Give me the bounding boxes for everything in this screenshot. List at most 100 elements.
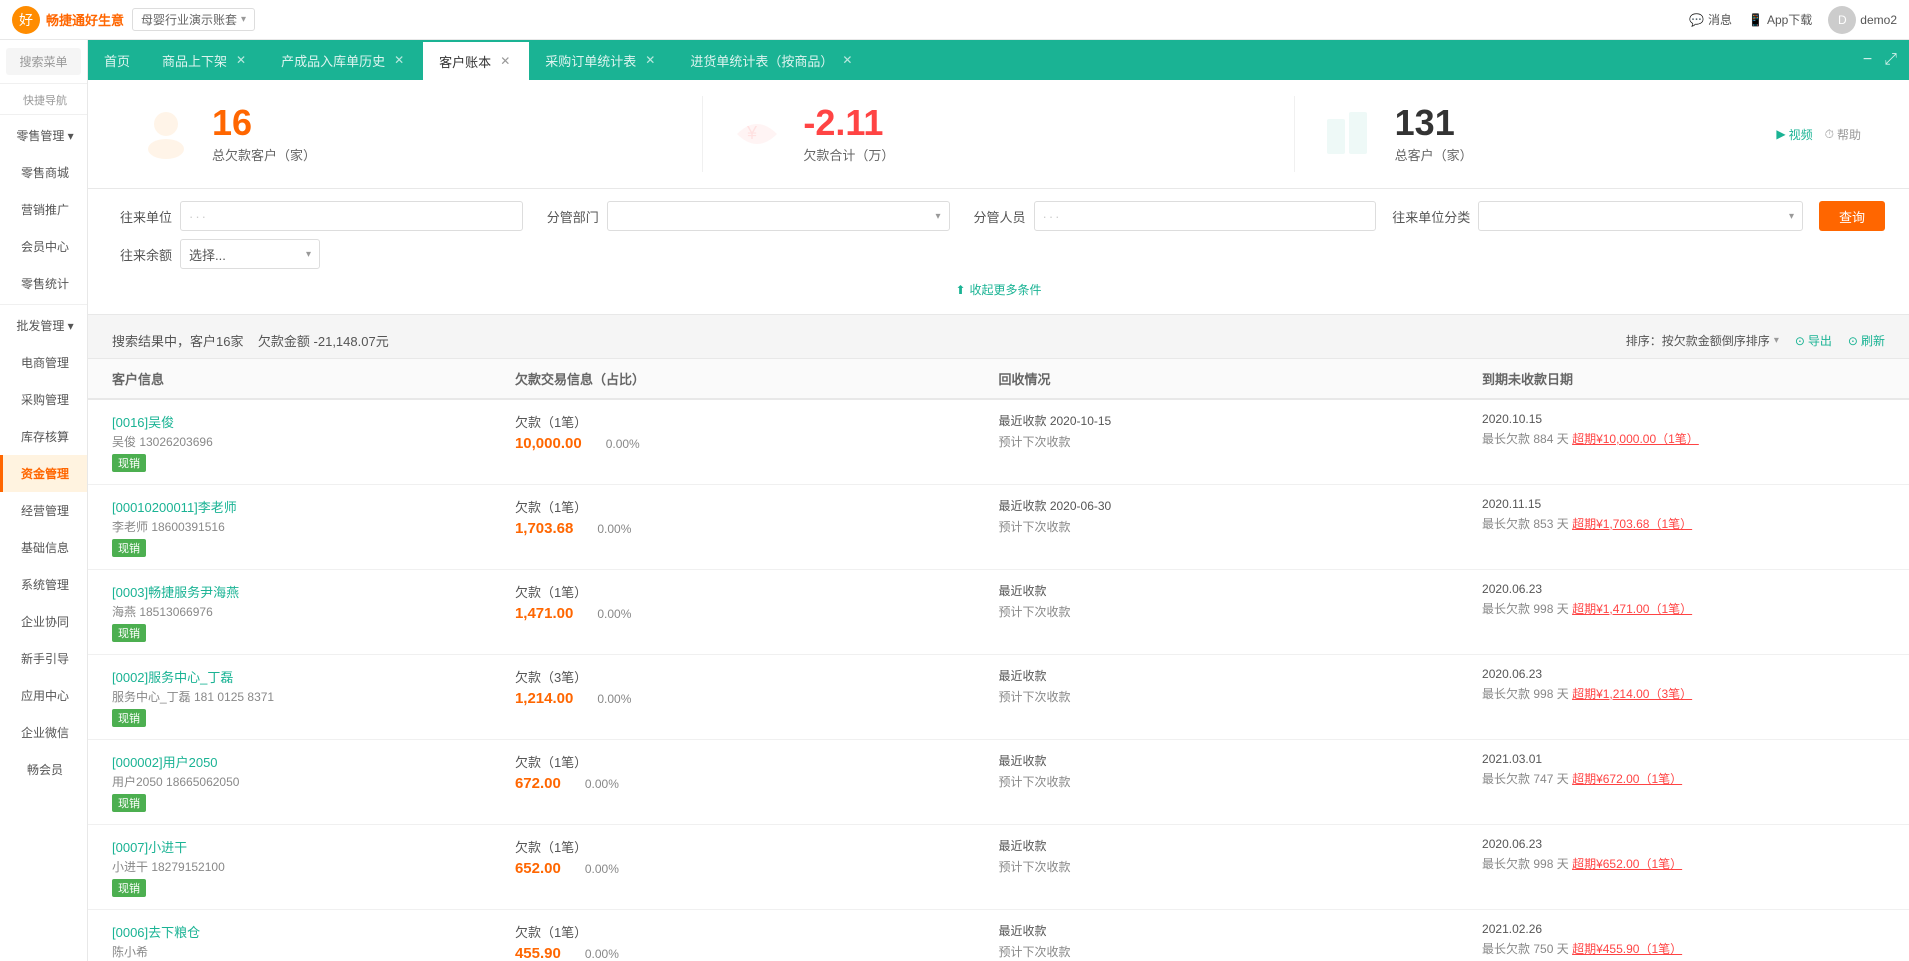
sidebar-item-inventory[interactable]: 库存核算 — [0, 418, 87, 455]
overdue-link-3[interactable]: 超期¥1,214.00（3笔） — [1572, 687, 1692, 701]
tab-collapse-button[interactable]: − — [1859, 49, 1876, 71]
sidebar-item-member[interactable]: 会员中心 — [0, 228, 87, 265]
recovery-info-1: 最近收款 2020-06-30 预计下次收款 — [999, 497, 1483, 535]
tab-close-purchase-stats[interactable]: ✕ — [642, 52, 658, 68]
view-video-link[interactable]: ▶ 视频 — [1776, 126, 1812, 143]
overdue-info-5: 2020.06.23 最长欠款 998 天 超期¥652.00（1笔） — [1482, 837, 1885, 872]
stats-row: 16 总欠款客户（家） ¥ -2.11 欠 — [88, 80, 1909, 189]
content-area: 首页 商品上下架 ✕ 产成品入库单历史 ✕ 客户账本 ✕ 采购订单统计表 ✕ — [88, 40, 1909, 961]
recovery-info-5: 最近收款 预计下次收款 — [999, 837, 1483, 875]
sidebar-divider-2 — [0, 304, 87, 305]
tab-close-product-history[interactable]: ✕ — [391, 52, 407, 68]
stat-value-total-customers: 131 — [1395, 105, 1473, 141]
store-selector[interactable]: 母婴行业演示账套 ▾ — [132, 8, 255, 31]
recovery-next-4: 预计下次收款 — [999, 773, 1483, 790]
customer-name-2[interactable]: [0003]畅捷服务尹海燕 — [112, 582, 515, 601]
dept-chevron-icon: ▾ — [935, 211, 940, 222]
customer-contact-0: 吴俊 13026203696 — [112, 433, 515, 450]
sidebar-item-enterprise[interactable]: 企业协同 — [0, 603, 87, 640]
recovery-info-3: 最近收款 预计下次收款 — [999, 667, 1483, 705]
tab-close-product-shelf[interactable]: ✕ — [233, 52, 249, 68]
debt-ratio-1: 0.00% — [597, 522, 631, 536]
sidebar-item-basic-info[interactable]: 基础信息 — [0, 529, 87, 566]
sidebar-item-wechat[interactable]: 企业微信 — [0, 714, 87, 751]
customer-info-2: [0003]畅捷服务尹海燕 海燕 18513066976 现销 — [112, 582, 515, 642]
customer-info-6: [0006]去下粮仓 陈小希 现销 — [112, 922, 515, 961]
message-icon: 💬 — [1689, 13, 1704, 27]
sidebar-item-vip[interactable]: 畅会员 — [0, 751, 87, 788]
app-download-button[interactable]: 📱 App下载 — [1748, 11, 1812, 28]
overdue-date-6: 2021.02.26 — [1482, 922, 1885, 936]
overdue-link-1[interactable]: 超期¥1,703.68（1笔） — [1572, 517, 1692, 531]
sidebar-item-app-center[interactable]: 应用中心 — [0, 677, 87, 714]
tab-product-shelf[interactable]: 商品上下架 ✕ — [146, 40, 265, 80]
overdue-link-0[interactable]: 超期¥10,000.00（1笔） — [1572, 432, 1699, 446]
tab-maximize-button[interactable]: ⤢ — [1880, 49, 1901, 71]
stat-card-debt-customers: 16 总欠款客户（家） — [112, 96, 703, 172]
sidebar-item-ecommerce[interactable]: 电商管理 — [0, 344, 87, 381]
top-bar-right: 💬 消息 📱 App下载 D demo2 — [1689, 6, 1897, 34]
customer-name-4[interactable]: [000002]用户2050 — [112, 752, 515, 771]
recovery-info-6: 最近收款 预计下次收款 — [999, 922, 1483, 960]
customer-name-3[interactable]: [0002]服务中心_丁磊 — [112, 667, 515, 686]
dept-select[interactable]: ▾ — [607, 201, 950, 231]
collapse-button[interactable]: ⬆ 收起更多条件 — [955, 281, 1041, 298]
table-row: [0016]吴俊 吴俊 13026203696 现销 欠款（1笔） 10,000… — [88, 400, 1909, 485]
debt-info-5: 欠款（1笔） 652.00 0.00% — [515, 837, 999, 877]
refresh-button[interactable]: ⊙ 刷新 — [1848, 332, 1885, 349]
customer-contact-4: 用户2050 18665062050 — [112, 773, 515, 790]
refresh-icon: ⊙ — [1848, 334, 1858, 348]
overdue-link-4[interactable]: 超期¥672.00（1笔） — [1572, 772, 1682, 786]
sidebar-item-guide[interactable]: 新手引导 — [0, 640, 87, 677]
overdue-link-5[interactable]: 超期¥652.00（1笔） — [1572, 857, 1682, 871]
help-link[interactable]: ⏱ 帮助 — [1825, 126, 1861, 143]
customer-name-5[interactable]: [0007]小进干 — [112, 837, 515, 856]
person-input[interactable]: ··· — [1034, 201, 1377, 231]
overdue-link-6[interactable]: 超期¥455.90（1笔） — [1572, 942, 1682, 956]
sidebar-search-button[interactable]: 搜索菜单 — [6, 48, 81, 75]
sidebar-item-marketing[interactable]: 营销推广 — [0, 191, 87, 228]
customer-name-6[interactable]: [0006]去下粮仓 — [112, 922, 515, 941]
message-button[interactable]: 💬 消息 — [1689, 11, 1732, 28]
unit-category-select[interactable]: ▾ — [1478, 201, 1803, 231]
debt-amount-0: 10,000.00 — [515, 435, 582, 452]
sidebar-item-capital[interactable]: 资金管理 — [0, 455, 87, 492]
customer-name-0[interactable]: [0016]吴俊 — [112, 412, 515, 431]
sidebar-item-retail-stats[interactable]: 零售统计 — [0, 265, 87, 302]
recovery-date-5: 最近收款 — [999, 837, 1483, 854]
sidebar-item-retail-mall[interactable]: 零售商城 — [0, 154, 87, 191]
tab-close-import-stats[interactable]: ✕ — [839, 52, 855, 68]
source-unit-input[interactable]: ··· — [180, 201, 523, 231]
overdue-link-2[interactable]: 超期¥1,471.00（1笔） — [1572, 602, 1692, 616]
unit-category-chevron-icon: ▾ — [1789, 211, 1794, 222]
results-bar: 搜索结果中，客户16家 欠款金额 -21,148.07元 排序：按欠款金额倒序排… — [88, 323, 1909, 359]
filter-row-2: 往来余额 选择... ▾ — [112, 239, 1885, 269]
customer-name-1[interactable]: [00010200011]李老师 — [112, 497, 515, 516]
table-row: [0006]去下粮仓 陈小希 现销 欠款（1笔） 455.90 0.00% 最近… — [88, 910, 1909, 961]
tab-product-history[interactable]: 产成品入库单历史 ✕ — [265, 40, 423, 80]
tab-home[interactable]: 首页 — [88, 40, 146, 80]
person-label: 分管人员 — [966, 207, 1026, 226]
tab-purchase-stats[interactable]: 采购订单统计表 ✕ — [529, 40, 674, 80]
sidebar-item-retail-mgmt[interactable]: 零售管理 ▾ — [0, 117, 87, 154]
balance-select[interactable]: 选择... ▾ — [180, 239, 320, 269]
store-name: 母婴行业演示账套 — [141, 11, 237, 28]
sidebar-item-wholesale-mgmt[interactable]: 批发管理 ▾ — [0, 307, 87, 344]
export-button[interactable]: ⊙ 导出 — [1795, 332, 1832, 349]
sidebar-item-operations[interactable]: 经营管理 — [0, 492, 87, 529]
overdue-date-5: 2020.06.23 — [1482, 837, 1885, 851]
user-avatar[interactable]: D demo2 — [1828, 6, 1897, 34]
search-button[interactable]: 查询 — [1819, 201, 1885, 231]
sidebar-item-system[interactable]: 系统管理 — [0, 566, 87, 603]
tab-customer-account[interactable]: 客户账本 ✕ — [423, 40, 529, 80]
debt-amount-5: 652.00 — [515, 860, 561, 877]
sort-selector[interactable]: 排序：按欠款金额倒序排序 ▾ — [1626, 332, 1779, 349]
recovery-info-0: 最近收款 2020-10-15 预计下次收款 — [999, 412, 1483, 450]
tab-close-customer-account[interactable]: ✕ — [497, 53, 513, 69]
col-header-debt: 欠款交易信息（占比） — [515, 369, 999, 388]
sidebar-item-purchase[interactable]: 采购管理 — [0, 381, 87, 418]
logo-area: 好 畅捷通好生意 — [12, 6, 124, 34]
filter-balance: 往来余额 选择... ▾ — [112, 239, 1885, 269]
tab-import-stats[interactable]: 进货单统计表（按商品） ✕ — [674, 40, 871, 80]
debt-row-0: 10,000.00 0.00% — [515, 435, 999, 452]
